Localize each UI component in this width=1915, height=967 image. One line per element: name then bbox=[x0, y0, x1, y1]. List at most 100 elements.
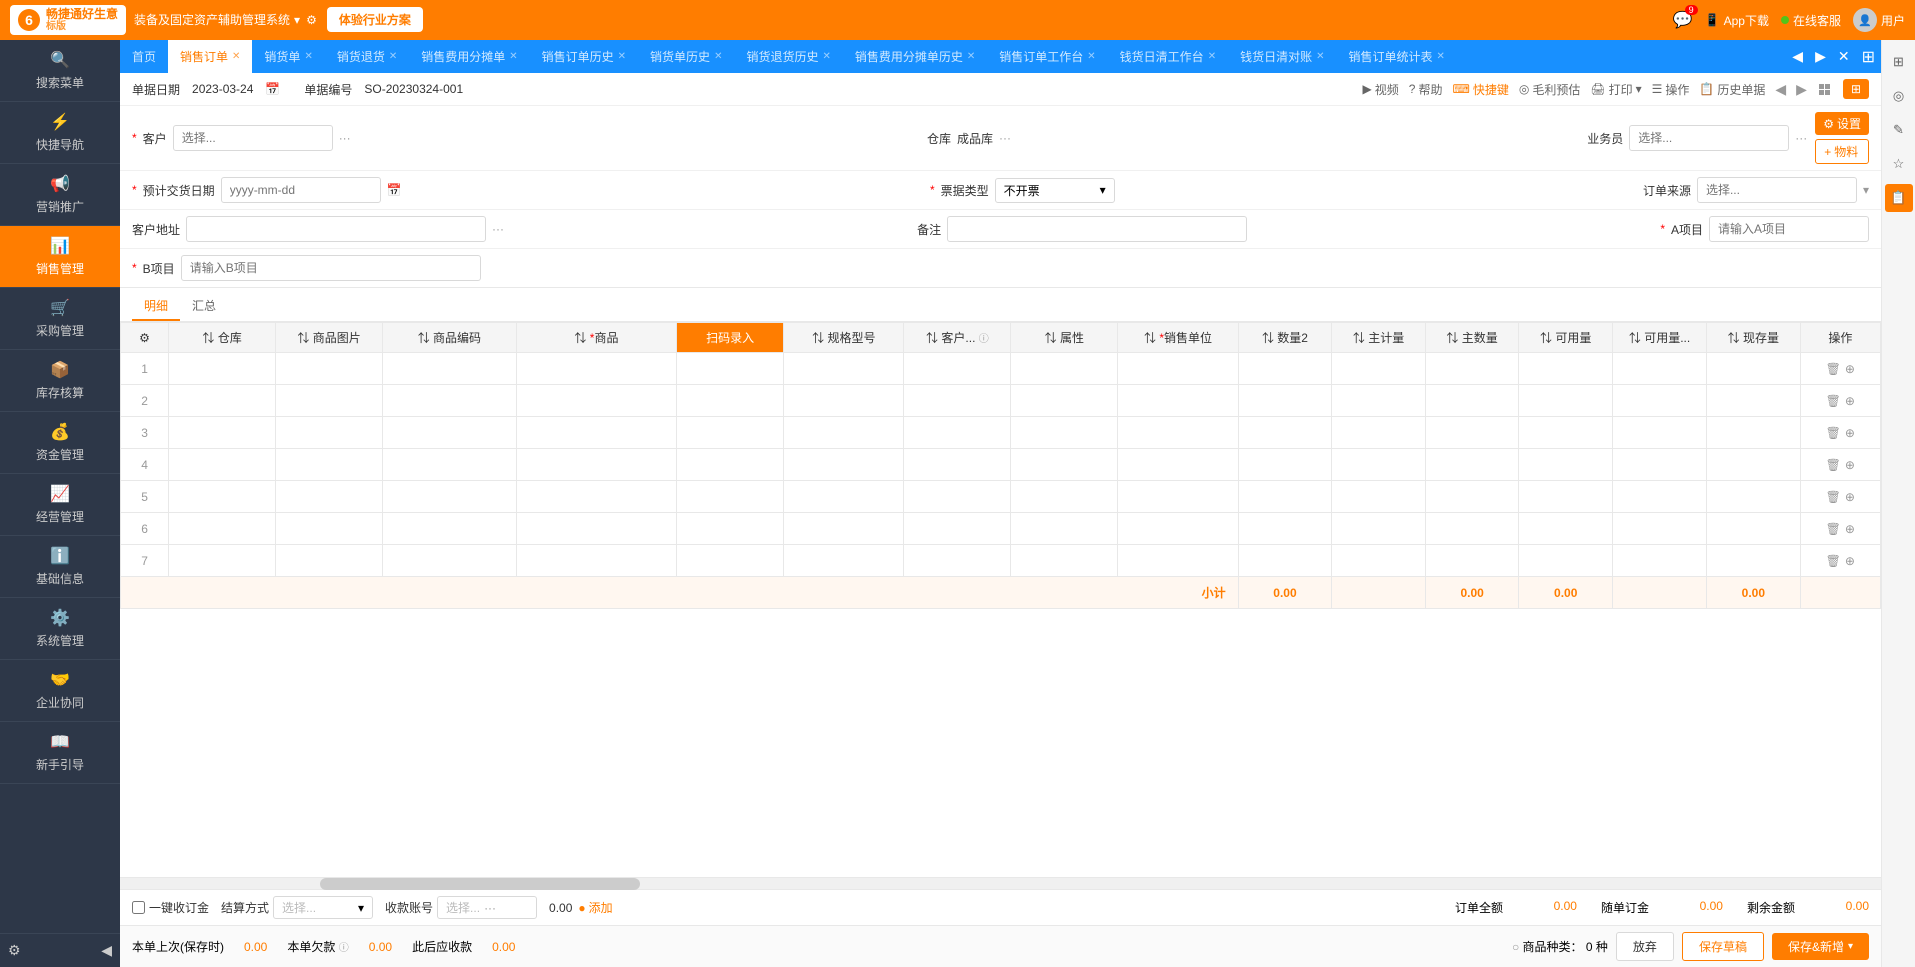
col-main-unit-header[interactable]: ⇅ 主计量 bbox=[1332, 323, 1426, 353]
row-spec-2[interactable] bbox=[784, 385, 904, 417]
col-customer-code-header[interactable]: ⇅ 客户... ⓘ bbox=[904, 323, 1011, 353]
col-spec-header[interactable]: ⇅ 规格型号 bbox=[784, 323, 904, 353]
order-source-dropdown-icon[interactable]: ▾ bbox=[1863, 183, 1869, 197]
operation-btn[interactable]: ☰ 操作 bbox=[1652, 81, 1690, 98]
sidebar-item-operations[interactable]: 📈 经营管理 bbox=[0, 474, 120, 536]
right-panel-btn-1[interactable]: ⊞ bbox=[1885, 48, 1913, 76]
copy-icon-3[interactable]: ⊕ bbox=[1845, 426, 1855, 440]
tab-sales-invoice[interactable]: 销货单 ✕ bbox=[252, 40, 324, 73]
nav-prev-btn[interactable]: ◀ bbox=[1775, 81, 1786, 98]
delivery-input[interactable] bbox=[221, 177, 381, 203]
row-qty2-1[interactable] bbox=[1238, 353, 1332, 385]
user-area[interactable]: 👤 用户 bbox=[1853, 8, 1905, 32]
row-unit-1[interactable] bbox=[1118, 353, 1238, 385]
col-attribute-header[interactable]: ⇅ 属性 bbox=[1011, 323, 1118, 353]
row-main-qty-2[interactable] bbox=[1425, 385, 1519, 417]
tab-close-icon[interactable]: ✕ bbox=[1316, 51, 1324, 62]
col-available2-header[interactable]: ⇅ 可用量... bbox=[1612, 323, 1706, 353]
b-project-input[interactable] bbox=[181, 255, 481, 281]
row-warehouse-1[interactable] bbox=[169, 353, 276, 385]
delete-icon-4[interactable]: 🗑 bbox=[1826, 458, 1841, 472]
sidebar-item-system[interactable]: ⚙️ 系统管理 bbox=[0, 598, 120, 660]
row-main-unit-2[interactable] bbox=[1332, 385, 1426, 417]
row-code-2[interactable] bbox=[383, 385, 517, 417]
staff-more-icon[interactable]: ··· bbox=[1795, 131, 1807, 145]
bank-more-icon[interactable]: ··· bbox=[484, 901, 496, 915]
col-stock-header[interactable]: ⇅ 现存量 bbox=[1707, 323, 1801, 353]
copy-icon-6[interactable]: ⊕ bbox=[1845, 522, 1855, 536]
address-more-icon[interactable]: ··· bbox=[492, 222, 504, 236]
col-setting-icon[interactable]: ⚙ bbox=[139, 331, 150, 345]
a-project-input[interactable] bbox=[1709, 216, 1869, 242]
tab-order-stats[interactable]: 销售订单统计表 ✕ bbox=[1336, 40, 1456, 73]
tab-summary[interactable]: 汇总 bbox=[180, 292, 228, 321]
add-material-btn[interactable]: + 物料 bbox=[1815, 139, 1869, 164]
solution-button[interactable]: 体验行业方案 bbox=[327, 7, 423, 32]
row-main-unit-1[interactable] bbox=[1332, 353, 1426, 385]
tab-sales-order[interactable]: 销售订单 ✕ bbox=[168, 40, 252, 73]
bank-select[interactable]: 选择... ··· bbox=[437, 896, 537, 919]
copy-icon-4[interactable]: ⊕ bbox=[1845, 458, 1855, 472]
tab-close-icon[interactable]: ✕ bbox=[232, 51, 240, 62]
tab-close-icon[interactable]: ✕ bbox=[509, 51, 517, 62]
row-image-1[interactable] bbox=[276, 353, 383, 385]
delete-icon-7[interactable]: 🗑 bbox=[1826, 554, 1841, 568]
row-available-2[interactable] bbox=[1519, 385, 1613, 417]
row-product-1[interactable] bbox=[516, 353, 676, 385]
row-main-qty-1[interactable] bbox=[1425, 353, 1519, 385]
tab-close-icon[interactable]: ✕ bbox=[1208, 51, 1216, 62]
sidebar-item-enterprise[interactable]: 🤝 企业协同 bbox=[0, 660, 120, 722]
row-attribute-1[interactable] bbox=[1011, 353, 1118, 385]
col-qty2-header[interactable]: ⇅ 数量2 bbox=[1238, 323, 1332, 353]
horizontal-scrollbar[interactable] bbox=[120, 877, 1881, 889]
delete-icon-2[interactable]: 🗑 bbox=[1826, 394, 1841, 408]
message-icon-btn[interactable]: 💬 9 bbox=[1673, 10, 1693, 30]
save-draft-button[interactable]: 保存草稿 bbox=[1682, 932, 1764, 961]
customer-input[interactable] bbox=[173, 125, 333, 151]
row-warehouse-3[interactable] bbox=[169, 417, 276, 449]
one-click-checkbox[interactable] bbox=[132, 901, 145, 914]
row-available-1[interactable] bbox=[1519, 353, 1613, 385]
row-stock-2[interactable] bbox=[1707, 385, 1801, 417]
col-product-header[interactable]: ⇅ *商品 bbox=[516, 323, 676, 353]
row-unit-2[interactable] bbox=[1118, 385, 1238, 417]
copy-icon-2[interactable]: ⊕ bbox=[1845, 394, 1855, 408]
tab-return-history[interactable]: 销货退货历史 ✕ bbox=[734, 40, 842, 73]
copy-icon-7[interactable]: ⊕ bbox=[1845, 554, 1855, 568]
tab-close-icon[interactable]: ✕ bbox=[1437, 51, 1445, 62]
row-scan-1[interactable] bbox=[677, 353, 784, 385]
sidebar-settings-btn[interactable]: ⚙ bbox=[6, 940, 23, 961]
sidebar-item-purchase[interactable]: 🛒 采购管理 bbox=[0, 288, 120, 350]
col-setting[interactable]: ⚙ bbox=[121, 323, 169, 353]
system-title-dropdown[interactable]: ▾ bbox=[294, 13, 300, 27]
sidebar-collapse-btn[interactable]: ◀ bbox=[99, 940, 114, 961]
tab-cash-reconcile[interactable]: 钱货日清对账 ✕ bbox=[1228, 40, 1336, 73]
tab-close-icon[interactable]: ✕ bbox=[1087, 51, 1095, 62]
help-btn[interactable]: ? 帮助 bbox=[1409, 81, 1443, 98]
profit-btn[interactable]: ◎ 毛利预估 bbox=[1519, 81, 1581, 98]
sidebar-item-marketing[interactable]: 📢 营销推广 bbox=[0, 164, 120, 226]
tab-prev-btn[interactable]: ◀ bbox=[1786, 44, 1809, 69]
right-panel-btn-3[interactable]: ✎ bbox=[1885, 116, 1913, 144]
delete-icon-1[interactable]: 🗑 bbox=[1826, 362, 1841, 376]
remark-input[interactable] bbox=[947, 216, 1247, 242]
ticket-select[interactable]: 不开票 ▾ bbox=[995, 178, 1115, 203]
col-scan-header[interactable]: 扫码录入 bbox=[677, 323, 784, 353]
row-product-2[interactable] bbox=[516, 385, 676, 417]
col-warehouse-header[interactable]: ⇅ 仓库 bbox=[169, 323, 276, 353]
sidebar-item-search[interactable]: 🔍 搜索菜单 bbox=[0, 40, 120, 102]
sidebar-item-finance[interactable]: 💰 资金管理 bbox=[0, 412, 120, 474]
settings-icon-btn[interactable]: ⚙ bbox=[304, 11, 319, 29]
shortcut-btn[interactable]: ⌨ 快捷键 bbox=[1453, 81, 1509, 98]
row-scan-2[interactable] bbox=[677, 385, 784, 417]
col-unit-header[interactable]: ⇅ *销售单位 bbox=[1118, 323, 1238, 353]
row-qty2-2[interactable] bbox=[1238, 385, 1332, 417]
grid-view-btn[interactable] bbox=[1817, 82, 1833, 97]
row-available2-2[interactable] bbox=[1612, 385, 1706, 417]
row-warehouse-2[interactable] bbox=[169, 385, 276, 417]
row-customer-code-1[interactable] bbox=[904, 353, 1011, 385]
staff-input[interactable] bbox=[1629, 125, 1789, 151]
tab-order-workbench[interactable]: 销售订单工作台 ✕ bbox=[987, 40, 1107, 73]
right-panel-btn-4[interactable]: ☆ bbox=[1885, 150, 1913, 178]
sidebar-item-shortcuts[interactable]: ⚡ 快捷导航 bbox=[0, 102, 120, 164]
